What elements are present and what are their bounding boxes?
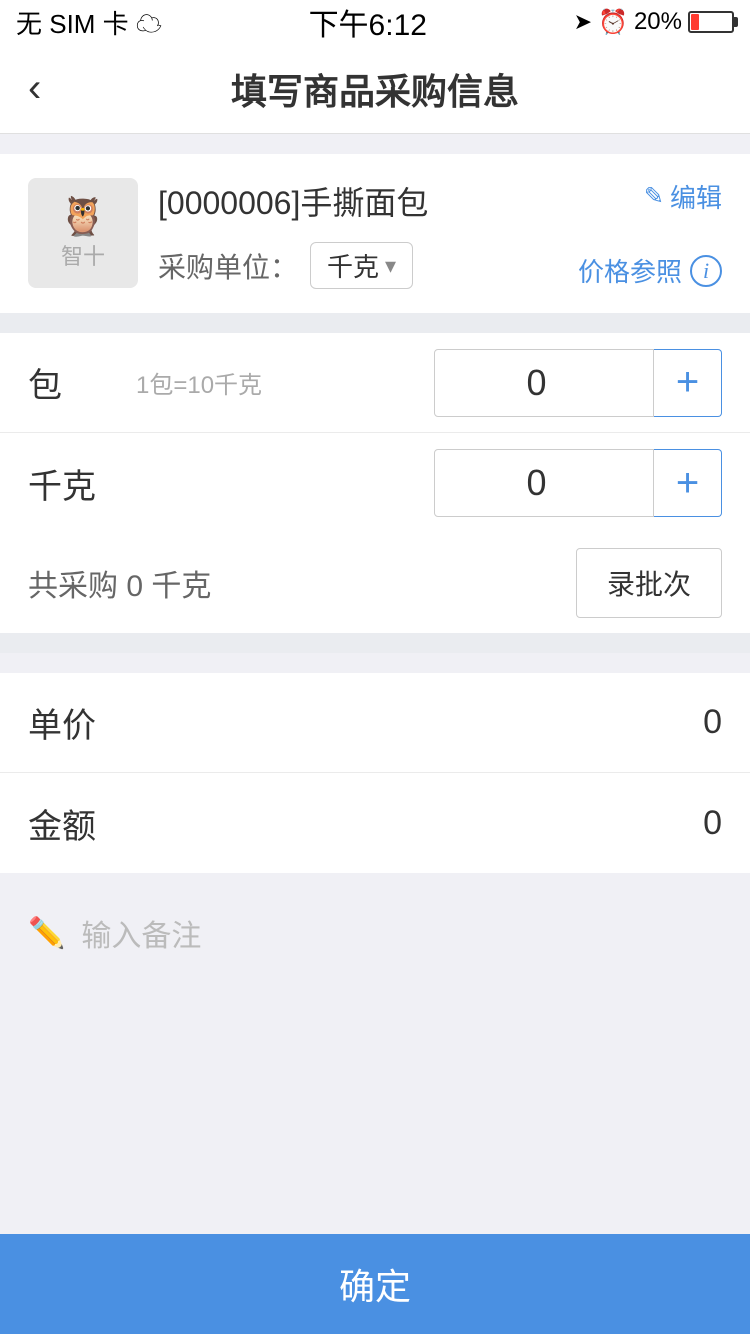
amount-row: 金额 0 [0,773,750,873]
unit-label: 采购单位： [158,246,298,286]
confirm-button[interactable]: 确定 [0,1234,750,1334]
input-section: 包 1包=10千克 + 千克 + [0,333,750,533]
edit-icon: ✎ [644,182,664,211]
product-name: [0000006]手撕面包 [158,178,722,224]
price-section: 单价 0 金额 0 [0,673,750,873]
sim-status: 无 SIM 卡 ☁ [16,4,162,41]
note-placeholder: 输入备注 [81,911,201,955]
bao-quantity-input[interactable] [434,349,654,417]
batch-button[interactable]: 录批次 [576,548,722,618]
info-icon: i [690,255,722,287]
alarm-icon: ⏰ [598,8,628,37]
bao-plus-button[interactable]: + [654,349,722,417]
location-icon: ➤ [574,9,592,35]
unit-price-label: 单价 [28,698,703,747]
status-left: 无 SIM 卡 ☁ [16,4,162,41]
unit-price-row: 单价 0 [0,673,750,773]
product-thumbnail: 🦉 智十 [28,178,138,288]
bao-label: 包 [28,358,128,407]
pencil-icon: ✏️ [28,916,65,951]
status-time: 下午6:12 [309,0,427,44]
amount-value: 0 [703,804,722,843]
section-separator-1 [0,313,750,333]
kg-quantity-input[interactable] [434,449,654,517]
nav-bar: ‹ 填写商品采购信息 [0,44,750,134]
chevron-down-icon: ▾ [385,253,396,279]
bao-input-row: 包 1包=10千克 + [0,333,750,433]
status-right: ➤ ⏰ 20% [574,8,734,37]
section-separator-2 [0,633,750,653]
page-title: 填写商品采购信息 [231,63,519,115]
product-thumb-text: 🦉 智十 [59,195,106,271]
note-section[interactable]: ✏️ 输入备注 [0,873,750,993]
edit-button[interactable]: ✎ 编辑 [644,178,722,215]
back-button[interactable]: ‹ [28,66,41,111]
confirm-label: 确定 [339,1258,411,1310]
kg-plus-button[interactable]: + [654,449,722,517]
kg-input-row: 千克 + [0,433,750,533]
unit-price-value: 0 [703,703,722,742]
unit-select[interactable]: 千克 ▾ [310,242,413,289]
amount-label: 金额 [28,799,703,848]
bao-sublabel: 1包=10千克 [136,365,262,400]
battery-icon [688,11,734,33]
total-row: 共采购 0 千克 录批次 [0,533,750,633]
status-bar: 无 SIM 卡 ☁ 下午6:12 ➤ ⏰ 20% [0,0,750,44]
product-card: 🦉 智十 [0000006]手撕面包 采购单位： 千克 ▾ ✎ 编辑 价格参照 … [0,154,750,313]
total-label: 共采购 0 千克 [28,561,211,605]
price-ref-button[interactable]: 价格参照 i [578,252,722,289]
battery-percent: 20% [634,8,682,36]
kg-label: 千克 [28,459,128,508]
